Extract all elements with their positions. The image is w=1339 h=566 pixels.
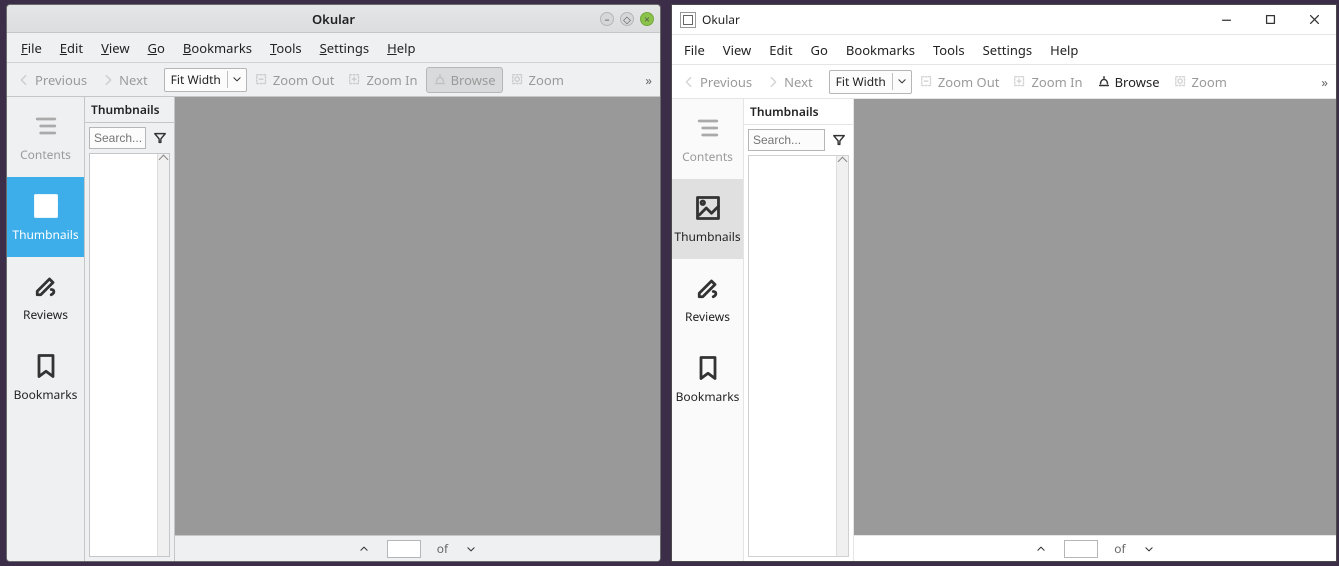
close-button[interactable]: [1292, 5, 1336, 34]
menu-help[interactable]: Help: [1042, 38, 1086, 62]
zoom-select[interactable]: Fit Width: [164, 68, 247, 92]
browse-button[interactable]: Browse: [1091, 69, 1166, 95]
menu-bookmarks[interactable]: Bookmarks: [838, 38, 923, 62]
zoom-select[interactable]: Fit Width: [829, 70, 912, 94]
sidebar-tab-thumbnails[interactable]: Thumbnails: [7, 177, 84, 257]
thumbnails-panel: Thumbnails: [85, 97, 175, 561]
sidebar-tab-contents[interactable]: Contents: [7, 97, 84, 177]
maximize-button[interactable]: ◇: [620, 12, 634, 26]
sidebar-tabs: Contents Thumbnails Reviews Bookmarks: [7, 97, 85, 561]
document-canvas[interactable]: [175, 97, 660, 535]
minimize-button[interactable]: [1204, 5, 1248, 34]
zoom-out-button[interactable]: Zoom Out: [249, 67, 341, 93]
sidebar-tab-thumbnails[interactable]: Thumbnails: [672, 179, 743, 259]
filter-button[interactable]: [829, 129, 849, 151]
page-down-icon[interactable]: [1142, 544, 1156, 554]
thumbnails-header: Thumbnails: [744, 99, 853, 125]
titlebar[interactable]: Okular – ◇ ×: [7, 5, 660, 33]
zoom-in-button[interactable]: Zoom In: [342, 67, 423, 93]
zoom-out-button[interactable]: Zoom Out: [914, 69, 1006, 95]
browse-button[interactable]: Browse: [426, 67, 503, 93]
app-icon: [680, 12, 696, 28]
menubar: File View Edit Go Bookmarks Tools Settin…: [672, 35, 1336, 65]
window-linux: Okular – ◇ × File Edit View Go Bookmarks…: [6, 4, 661, 562]
window-title: Okular: [702, 11, 740, 28]
toolbar: Previous Next Fit Width Zoom Out Zoom In…: [672, 65, 1336, 99]
page-input[interactable]: [1064, 540, 1098, 558]
body: Contents Thumbnails Reviews Bookmarks Th…: [672, 99, 1336, 561]
menu-tools[interactable]: Tools: [262, 36, 310, 60]
menu-go[interactable]: Go: [140, 36, 173, 60]
menu-go[interactable]: Go: [803, 38, 836, 62]
thumbnails-list[interactable]: [748, 155, 849, 557]
menu-settings[interactable]: Settings: [312, 36, 377, 60]
zoom-tool-button[interactable]: Zoom: [1168, 69, 1233, 95]
scrollbar[interactable]: [157, 154, 169, 556]
page-down-icon[interactable]: [464, 544, 478, 554]
window-title: Okular: [312, 10, 355, 28]
sidebar-tab-reviews[interactable]: Reviews: [7, 257, 84, 337]
page-input[interactable]: [387, 540, 421, 558]
window-controls: [1204, 5, 1336, 34]
next-button[interactable]: Next: [95, 67, 154, 93]
menu-settings[interactable]: Settings: [975, 38, 1040, 62]
menu-view[interactable]: View: [93, 36, 137, 60]
sidebar-tab-bookmarks[interactable]: Bookmarks: [7, 337, 84, 417]
thumbnails-list[interactable]: [89, 153, 170, 557]
minimize-button[interactable]: –: [600, 12, 614, 26]
sidebar-tab-reviews[interactable]: Reviews: [672, 259, 743, 339]
previous-button[interactable]: Previous: [676, 69, 758, 95]
thumbnails-header: Thumbnails: [85, 97, 174, 123]
sidebar-tabs: Contents Thumbnails Reviews Bookmarks: [672, 99, 744, 561]
menu-help[interactable]: Help: [379, 36, 423, 60]
close-button[interactable]: ×: [640, 12, 654, 26]
sidebar-tab-bookmarks[interactable]: Bookmarks: [672, 339, 743, 419]
sidebar-tab-contents[interactable]: Contents: [672, 99, 743, 179]
next-button[interactable]: Next: [760, 69, 819, 95]
scrollbar[interactable]: [836, 156, 848, 556]
of-label: of: [1114, 540, 1125, 557]
body: Contents Thumbnails Reviews Bookmarks Th…: [7, 97, 660, 561]
toolbar-overflow[interactable]: »: [641, 71, 656, 89]
search-input[interactable]: [89, 127, 146, 149]
menu-file[interactable]: File: [13, 36, 50, 60]
menu-file[interactable]: File: [676, 38, 713, 62]
window-windows: Okular File View Edit Go Bookmarks Tools…: [671, 4, 1337, 562]
titlebar[interactable]: Okular: [672, 5, 1336, 35]
window-controls: – ◇ ×: [600, 12, 654, 26]
filter-button[interactable]: [150, 127, 170, 149]
zoom-in-button[interactable]: Zoom In: [1007, 69, 1088, 95]
menu-tools[interactable]: Tools: [925, 38, 973, 62]
menu-edit[interactable]: Edit: [52, 36, 91, 60]
menubar: File Edit View Go Bookmarks Tools Settin…: [7, 33, 660, 63]
menu-bookmarks[interactable]: Bookmarks: [175, 36, 260, 60]
page-up-icon[interactable]: [1034, 544, 1048, 554]
previous-button[interactable]: Previous: [11, 67, 93, 93]
menu-edit[interactable]: Edit: [761, 38, 800, 62]
page-footer: of: [854, 535, 1336, 561]
zoom-tool-button[interactable]: Zoom: [505, 67, 570, 93]
thumbnails-panel: Thumbnails: [744, 99, 854, 561]
of-label: of: [437, 540, 448, 557]
main-view: of: [854, 99, 1336, 561]
maximize-button[interactable]: [1248, 5, 1292, 34]
toolbar: Previous Next Fit Width Zoom Out Zoom In…: [7, 63, 660, 97]
toolbar-overflow[interactable]: »: [1317, 73, 1332, 91]
page-footer: of: [175, 535, 660, 561]
document-canvas[interactable]: [854, 99, 1336, 535]
search-input[interactable]: [748, 129, 825, 151]
page-up-icon[interactable]: [357, 544, 371, 554]
main-view: of: [175, 97, 660, 561]
menu-view[interactable]: View: [715, 38, 759, 62]
